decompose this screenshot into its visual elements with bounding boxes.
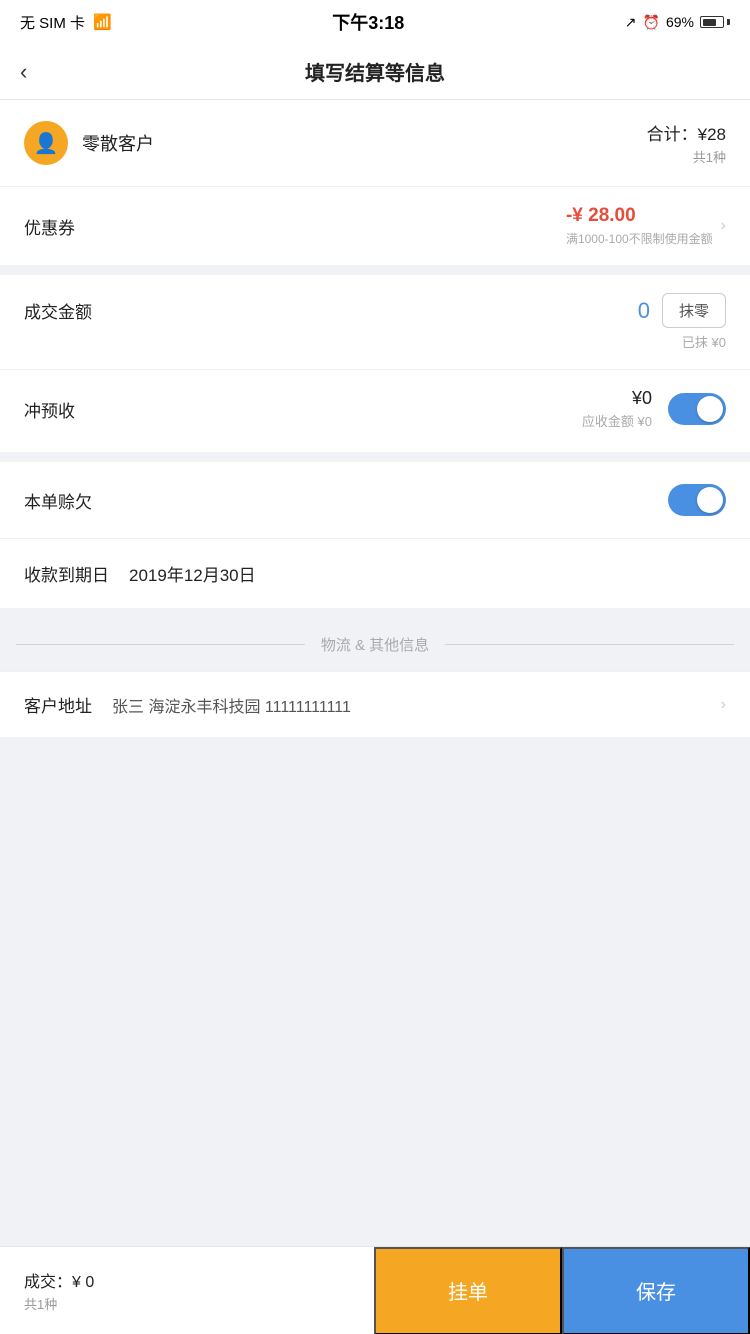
transaction-label: 成交金额 <box>24 298 92 323</box>
wifi-icon: 📶 <box>93 13 112 31</box>
debt-toggle[interactable] <box>668 484 726 516</box>
battery-percent: 69% <box>666 14 694 30</box>
coupon-right: -¥ 28.00 满1000-100不限制使用金额 › <box>566 205 726 247</box>
pre-collection-main: ¥0 <box>582 388 652 409</box>
status-right: ↗ ⏰ 69% <box>625 14 730 31</box>
total-amount: 合计：¥28 <box>647 120 726 145</box>
location-icon: ↗ <box>625 14 637 31</box>
transaction-right: 抹零 <box>362 293 726 328</box>
coupon-description: 满1000-100不限制使用金额 <box>566 230 713 247</box>
pre-collection-row: 冲预收 ¥0 应收金额 ¥0 <box>0 369 750 452</box>
toggle-knob <box>697 396 723 422</box>
pre-collection-label: 冲预收 <box>24 397 75 422</box>
coupon-label: 优惠券 <box>24 214 75 239</box>
bottom-count: 共1种 <box>24 1294 350 1313</box>
debt-toggle-knob <box>697 487 723 513</box>
customer-row: 👤 零散客户 合计：¥28 共1种 <box>0 100 750 186</box>
pending-button[interactable]: 挂单 <box>374 1247 562 1334</box>
transaction-card: 成交金额 抹零 已抹 ¥0 冲预收 ¥0 应收金额 ¥0 <box>0 275 750 452</box>
time-label: 下午3:18 <box>332 9 404 35</box>
status-bar: 无 SIM 卡 📶 下午3:18 ↗ ⏰ 69% <box>0 0 750 44</box>
carrier-label: 无 SIM 卡 <box>20 12 85 33</box>
customer-summary: 合计：¥28 共1种 <box>647 120 726 166</box>
save-button[interactable]: 保存 <box>562 1247 750 1334</box>
pre-collection-right: ¥0 应收金额 ¥0 <box>582 388 726 430</box>
logistics-label: 物流 & 其他信息 <box>321 634 429 655</box>
address-chevron-icon: › <box>721 696 726 714</box>
bottom-deal-amount: 成交：¥ 0 <box>24 1268 350 1292</box>
nav-bar: ‹ 填写结算等信息 <box>0 44 750 100</box>
page-title: 填写结算等信息 <box>305 57 445 86</box>
due-date-row: 收款到期日 2019年12月30日 <box>0 538 750 608</box>
debt-label: 本单赊欠 <box>24 488 92 513</box>
total-count: 共1种 <box>647 147 726 166</box>
logistics-card: 物流 & 其他信息 客户地址 张三 海淀永丰科技园 11111111111 › <box>0 618 750 737</box>
logistics-divider: 物流 & 其他信息 <box>0 618 750 671</box>
back-button[interactable]: ‹ <box>20 59 27 85</box>
transaction-amount-row: 成交金额 抹零 已抹 ¥0 <box>0 275 750 369</box>
address-row[interactable]: 客户地址 张三 海淀永丰科技园 11111111111 › <box>0 671 750 737</box>
deal-amount: ¥ 0 <box>72 1274 94 1291</box>
coupon-discount: -¥ 28.00 <box>566 205 713 227</box>
alarm-icon: ⏰ <box>643 14 660 31</box>
customer-left: 👤 零散客户 <box>24 121 154 165</box>
bottom-bar: 成交：¥ 0 共1种 挂单 保存 <box>0 1246 750 1334</box>
avatar-icon: 👤 <box>34 131 59 156</box>
logistics-line-left <box>16 644 305 645</box>
coupon-row[interactable]: 优惠券 -¥ 28.00 满1000-100不限制使用金额 › <box>0 186 750 265</box>
round-zero-button[interactable]: 抹零 <box>662 293 726 328</box>
main-content: 👤 零散客户 合计：¥28 共1种 优惠券 -¥ 28.00 满1000-100… <box>0 100 750 837</box>
pre-collection-toggle[interactable] <box>668 393 726 425</box>
already-rounded-label: 已抹 ¥0 <box>24 332 726 351</box>
avatar: 👤 <box>24 121 68 165</box>
battery-icon <box>700 16 730 28</box>
address-value: 张三 海淀永丰科技园 11111111111 <box>112 693 721 717</box>
deal-label: 成交： <box>24 1274 72 1291</box>
pre-collection-sub: 应收金额 ¥0 <box>582 411 652 430</box>
logistics-line-right <box>445 644 734 645</box>
coupon-chevron-icon: › <box>721 217 726 235</box>
due-date-value: 2019年12月30日 <box>129 561 256 586</box>
pre-collection-amounts: ¥0 应收金额 ¥0 <box>582 388 652 430</box>
transaction-amount-input[interactable] <box>362 298 650 324</box>
debt-card: 本单赊欠 收款到期日 2019年12月30日 <box>0 462 750 608</box>
address-label: 客户地址 <box>24 692 92 717</box>
status-left: 无 SIM 卡 📶 <box>20 12 112 33</box>
customer-card: 👤 零散客户 合计：¥28 共1种 优惠券 -¥ 28.00 满1000-100… <box>0 100 750 265</box>
due-date-label: 收款到期日 <box>24 561 109 586</box>
debt-row: 本单赊欠 <box>0 462 750 538</box>
bottom-summary: 成交：¥ 0 共1种 <box>0 1268 374 1313</box>
customer-name: 零散客户 <box>82 130 154 156</box>
